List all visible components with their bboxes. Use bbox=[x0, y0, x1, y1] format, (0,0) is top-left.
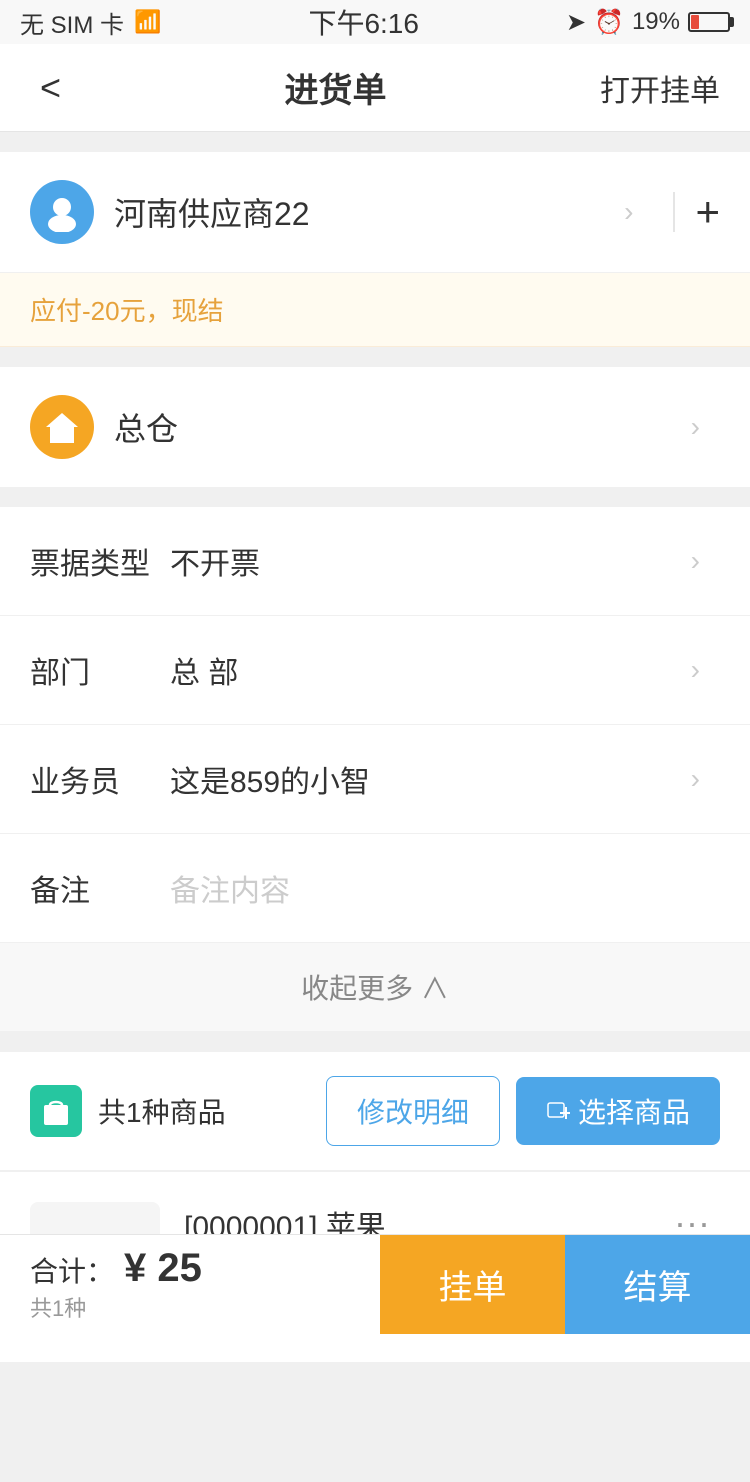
back-button[interactable]: < bbox=[30, 57, 71, 119]
remark-row[interactable]: 备注 备注内容 bbox=[0, 834, 750, 943]
department-label: 部门 bbox=[30, 648, 150, 692]
page-title: 进货单 bbox=[285, 63, 387, 112]
warehouse-chevron-icon: › bbox=[691, 411, 700, 443]
supplier-chevron-icon: › bbox=[624, 196, 633, 228]
remark-value[interactable]: 备注内容 bbox=[150, 866, 720, 910]
status-time: 下午6:16 bbox=[308, 2, 419, 42]
total-row: 合计： ¥ 25 bbox=[30, 1246, 350, 1291]
warehouse-section: 总仓 › bbox=[0, 367, 750, 487]
add-supplier-button[interactable]: + bbox=[695, 191, 720, 233]
salesperson-row[interactable]: 业务员 这是859的小智 › bbox=[0, 725, 750, 834]
products-header: 共1种商品 修改明细 选择商品 bbox=[0, 1051, 750, 1171]
products-count: 共1种商品 bbox=[98, 1091, 326, 1131]
status-right: ➤ ⏰ 19% bbox=[566, 8, 730, 37]
alarm-icon: ⏰ bbox=[594, 8, 624, 37]
form-section: 票据类型 不开票 › 部门 总 部 › 业务员 这是859的小智 › 备注 备注… bbox=[0, 507, 750, 943]
section-gap-3 bbox=[0, 487, 750, 507]
status-bar: 无 SIM 卡 📶 下午6:16 ➤ ⏰ 19% bbox=[0, 0, 750, 44]
salesperson-chevron: › bbox=[691, 763, 700, 795]
supplier-notice: 应付-20元，现结 bbox=[0, 273, 750, 347]
bottom-bar: 合计： ¥ 25 共1种 挂单 结算 bbox=[0, 1234, 750, 1334]
invoice-type-label: 票据类型 bbox=[30, 539, 150, 583]
battery-icon bbox=[688, 12, 730, 32]
status-left: 无 SIM 卡 📶 bbox=[20, 5, 161, 40]
total-label: 合计： bbox=[30, 1250, 114, 1290]
supplier-row[interactable]: 河南供应商22 › + bbox=[0, 152, 750, 273]
nav-bar: < 进货单 打开挂单 bbox=[0, 44, 750, 132]
section-gap-2 bbox=[0, 347, 750, 367]
total-area: 合计： ¥ 25 共1种 bbox=[0, 1235, 380, 1334]
home-icon bbox=[44, 409, 80, 445]
salesperson-value: 这是859的小智 bbox=[150, 757, 691, 801]
select-product-icon bbox=[546, 1099, 570, 1123]
total-sub: 共1种 bbox=[30, 1291, 350, 1323]
warehouse-row[interactable]: 总仓 › bbox=[0, 367, 750, 487]
salesperson-label: 业务员 bbox=[30, 757, 150, 801]
remark-label: 备注 bbox=[30, 866, 150, 910]
invoice-type-value: 不开票 bbox=[150, 539, 691, 583]
bottom-spacer bbox=[0, 1362, 750, 1482]
battery-label: 19% bbox=[632, 8, 680, 36]
settle-button[interactable]: 结算 bbox=[565, 1235, 750, 1334]
location-icon: ➤ bbox=[566, 8, 586, 37]
invoice-type-chevron: › bbox=[691, 545, 700, 577]
warehouse-name: 总仓 bbox=[114, 404, 691, 450]
invoice-type-row[interactable]: 票据类型 不开票 › bbox=[0, 507, 750, 616]
section-gap-4 bbox=[0, 1031, 750, 1051]
open-hang-button[interactable]: 打开挂单 bbox=[600, 66, 720, 110]
wifi-icon: 📶 bbox=[134, 9, 161, 35]
hang-button[interactable]: 挂单 bbox=[380, 1235, 565, 1334]
supplier-avatar bbox=[30, 180, 94, 244]
select-product-label: 选择商品 bbox=[578, 1091, 690, 1131]
department-chevron: › bbox=[691, 654, 700, 686]
department-row[interactable]: 部门 总 部 › bbox=[0, 616, 750, 725]
bag-icon bbox=[40, 1095, 72, 1127]
modify-detail-button[interactable]: 修改明细 bbox=[326, 1076, 500, 1146]
section-gap-1 bbox=[0, 132, 750, 152]
supplier-divider bbox=[673, 192, 675, 232]
total-amount: ¥ 25 bbox=[124, 1246, 202, 1291]
collapse-button[interactable]: 收起更多 ∧ bbox=[0, 943, 750, 1031]
supplier-section: 河南供应商22 › + 应付-20元，现结 bbox=[0, 152, 750, 347]
person-icon bbox=[42, 192, 82, 232]
department-value: 总 部 bbox=[150, 648, 691, 692]
carrier-label: 无 SIM 卡 bbox=[20, 5, 124, 40]
select-product-button[interactable]: 选择商品 bbox=[516, 1077, 720, 1145]
supplier-name: 河南供应商22 bbox=[114, 189, 624, 235]
warehouse-icon bbox=[30, 395, 94, 459]
products-icon bbox=[30, 1085, 82, 1137]
